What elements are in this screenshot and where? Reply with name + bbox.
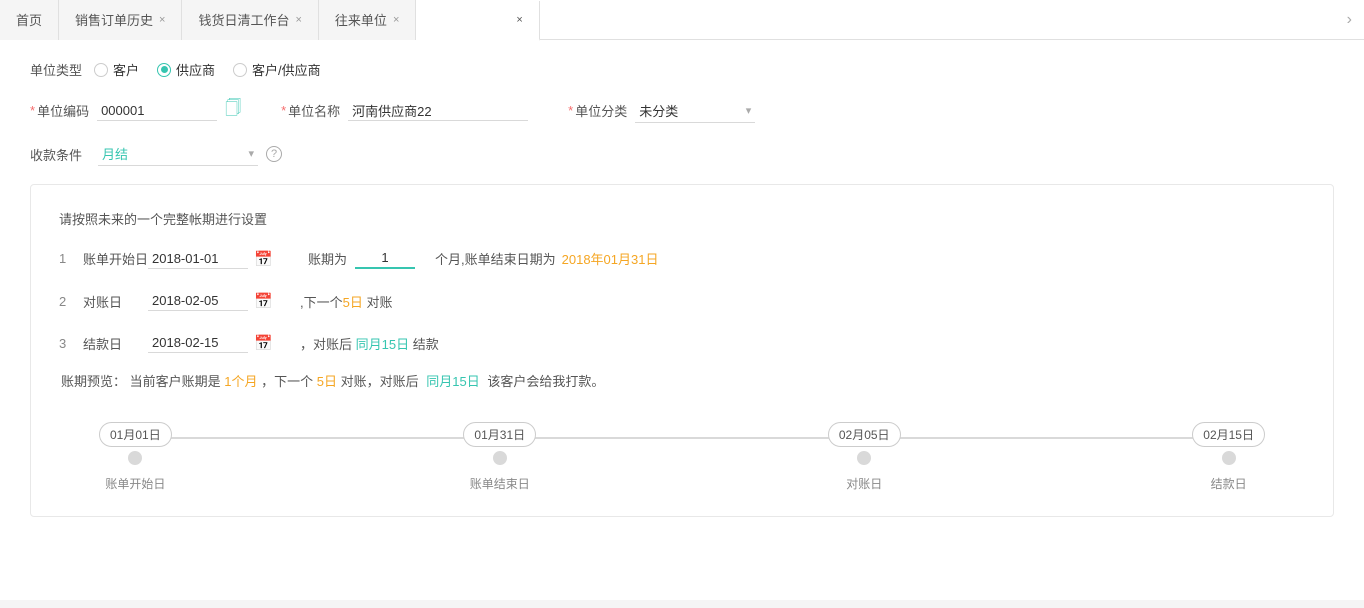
billing-end-date-highlight: 2018年01月31日	[562, 249, 659, 268]
timeline-dot-1	[128, 451, 142, 465]
unit-type-radio-group: 客户 供应商 客户/供应商	[94, 60, 321, 79]
billing-start-calendar-icon[interactable]: 📅	[254, 250, 273, 268]
preview-day-highlight: 5日	[317, 374, 337, 389]
timeline-date-1: 01月01日	[99, 422, 172, 447]
preview-label: 账期预览：	[61, 374, 126, 389]
unit-type-label: 单位类型	[30, 60, 82, 79]
timeline-node-3: 02月05日 对账日	[828, 422, 901, 492]
unit-code-copy-icon[interactable]: 🗍	[225, 97, 241, 124]
billing-start-row: 1 账单开始日 📅 账期为 个月,账单结束日期为 2018年01月31日	[59, 248, 1305, 269]
preview-payment-day-highlight: 同月15日	[426, 374, 479, 389]
payment-terms-help-icon[interactable]: ?	[266, 146, 282, 162]
payment-terms-value: 月结	[102, 144, 128, 163]
unit-code-field: * 单位编码 🗍	[30, 97, 241, 124]
reconciliation-desc: ,下一个5日 对账	[300, 292, 392, 311]
timeline-node-4: 02月15日 结款日	[1192, 422, 1265, 492]
unit-code-label: 单位编码	[37, 101, 89, 120]
unit-category-field: * 单位分类 未分类 ▾	[568, 99, 755, 123]
section-description: 请按照未来的一个完整帐期进行设置	[59, 209, 1305, 228]
reconciliation-row: 2 对账日 📅 ,下一个5日 对账	[59, 291, 1305, 311]
payment-calendar-icon[interactable]: 📅	[254, 334, 273, 352]
timeline-dot-4	[1222, 451, 1236, 465]
radio-circle-both	[233, 63, 247, 77]
billing-start-desc-before: 账期为	[308, 249, 347, 268]
payment-terms-arrow-icon: ▾	[248, 147, 254, 160]
billing-start-desc-after: 个月,账单结束日期为	[435, 249, 556, 268]
radio-dot-supplier	[161, 66, 168, 73]
radio-customer[interactable]: 客户	[94, 60, 139, 79]
timeline-date-2: 01月31日	[463, 422, 536, 447]
tab-home[interactable]: 首页	[0, 0, 59, 40]
unit-category-select[interactable]: 未分类 ▾	[635, 99, 755, 123]
row-num-1: 1	[59, 251, 83, 266]
radio-circle-customer	[94, 63, 108, 77]
unit-category-value: 未分类	[639, 101, 678, 120]
tabs-more-button[interactable]: ›	[1335, 11, 1364, 29]
unit-info-row: * 单位编码 🗍 * 单位名称 * 单位分类 未分类 ▾	[30, 97, 1334, 124]
tab-sales-order-history[interactable]: 销售订单历史 ×	[59, 0, 182, 40]
timeline-label-3: 对账日	[846, 475, 882, 492]
reconciliation-label: 对账日	[83, 292, 148, 311]
radio-both[interactable]: 客户/供应商	[233, 60, 321, 79]
payment-date-input[interactable]	[148, 333, 248, 353]
radio-circle-supplier	[157, 63, 171, 77]
timeline-items: 01月01日 账单开始日 01月31日 账单结束日 02月05日 对账日 02月…	[99, 422, 1265, 492]
billing-period-months-input[interactable]	[355, 248, 415, 269]
payment-row: 3 结款日 📅 ，对账后 同月15日 结款	[59, 333, 1305, 353]
tab-close-sales[interactable]: ×	[159, 14, 165, 26]
preview-static-2: ，下一个	[261, 374, 313, 389]
unit-type-row: 单位类型 客户 供应商 客户/供应商	[30, 60, 1334, 79]
unit-category-arrow-icon: ▾	[746, 104, 752, 117]
tab-close-counterpart[interactable]: ×	[393, 14, 399, 26]
payment-label: 结款日	[83, 334, 148, 353]
timeline-container: 01月01日 账单开始日 01月31日 账单结束日 02月05日 对账日 02月…	[59, 414, 1305, 492]
billing-start-label: 账单开始日	[83, 249, 148, 268]
main-content: 单位类型 客户 供应商 客户/供应商 * 单位编码	[0, 40, 1364, 600]
timeline-date-3: 02月05日	[828, 422, 901, 447]
tabs-bar: 首页 销售订单历史 × 钱货日清工作台 × 往来单位 × 编辑往来单位 × ›	[0, 0, 1364, 40]
billing-period-section: 请按照未来的一个完整帐期进行设置 1 账单开始日 📅 账期为 个月,账单结束日期…	[30, 184, 1334, 517]
timeline-label-4: 结款日	[1211, 475, 1247, 492]
tab-counterpart-unit[interactable]: 往来单位 ×	[319, 0, 416, 40]
preview-static-4: 该客户会给我打款。	[487, 374, 604, 389]
reconciliation-calendar-icon[interactable]: 📅	[254, 292, 273, 310]
payment-day-highlight: 同月15日	[356, 337, 409, 352]
payment-desc: ，对账后 同月15日 结款	[300, 334, 439, 353]
unit-name-field: * 单位名称	[281, 101, 528, 121]
unit-name-input[interactable]	[348, 101, 528, 121]
preview-months-highlight: 1个月	[224, 374, 257, 389]
tab-cash-workbench[interactable]: 钱货日清工作台 ×	[182, 0, 318, 40]
timeline-label-1: 账单开始日	[105, 475, 165, 492]
preview-text: 账期预览： 当前客户账期是 1个月 ，下一个 5日 对账，对账后 同月15日 该…	[59, 371, 1305, 390]
tab-close-cash[interactable]: ×	[295, 14, 301, 26]
preview-static-1: 当前客户账期是	[130, 374, 221, 389]
unit-category-label: 单位分类	[575, 101, 627, 120]
timeline-node-2: 01月31日 账单结束日	[463, 422, 536, 492]
payment-terms-select[interactable]: 月结 ▾	[98, 142, 258, 166]
row-num-3: 3	[59, 336, 83, 351]
row-num-2: 2	[59, 294, 83, 309]
timeline-node-1: 01月01日 账单开始日	[99, 422, 172, 492]
billing-start-date-input[interactable]	[148, 249, 248, 269]
radio-label-customer: 客户	[113, 60, 139, 79]
preview-static-3: 对账，对账后	[341, 374, 419, 389]
radio-label-supplier: 供应商	[176, 60, 215, 79]
tab-close-edit[interactable]: ×	[516, 14, 522, 26]
timeline-label-2: 账单结束日	[470, 475, 530, 492]
payment-terms-label: 收款条件	[30, 145, 82, 164]
payment-terms-row: 收款条件 月结 ▾ ?	[30, 142, 1334, 166]
tab-edit-unit[interactable]: 编辑往来单位 ×	[416, 1, 539, 41]
timeline-dot-3	[857, 451, 871, 465]
reconciliation-date-input[interactable]	[148, 291, 248, 311]
reconciliation-day-highlight: 5日	[343, 295, 363, 310]
timeline-dot-2	[493, 451, 507, 465]
radio-supplier[interactable]: 供应商	[157, 60, 215, 79]
unit-code-input[interactable]	[97, 101, 217, 121]
unit-name-label: 单位名称	[288, 101, 340, 120]
radio-label-both: 客户/供应商	[252, 60, 321, 79]
timeline-date-4: 02月15日	[1192, 422, 1265, 447]
